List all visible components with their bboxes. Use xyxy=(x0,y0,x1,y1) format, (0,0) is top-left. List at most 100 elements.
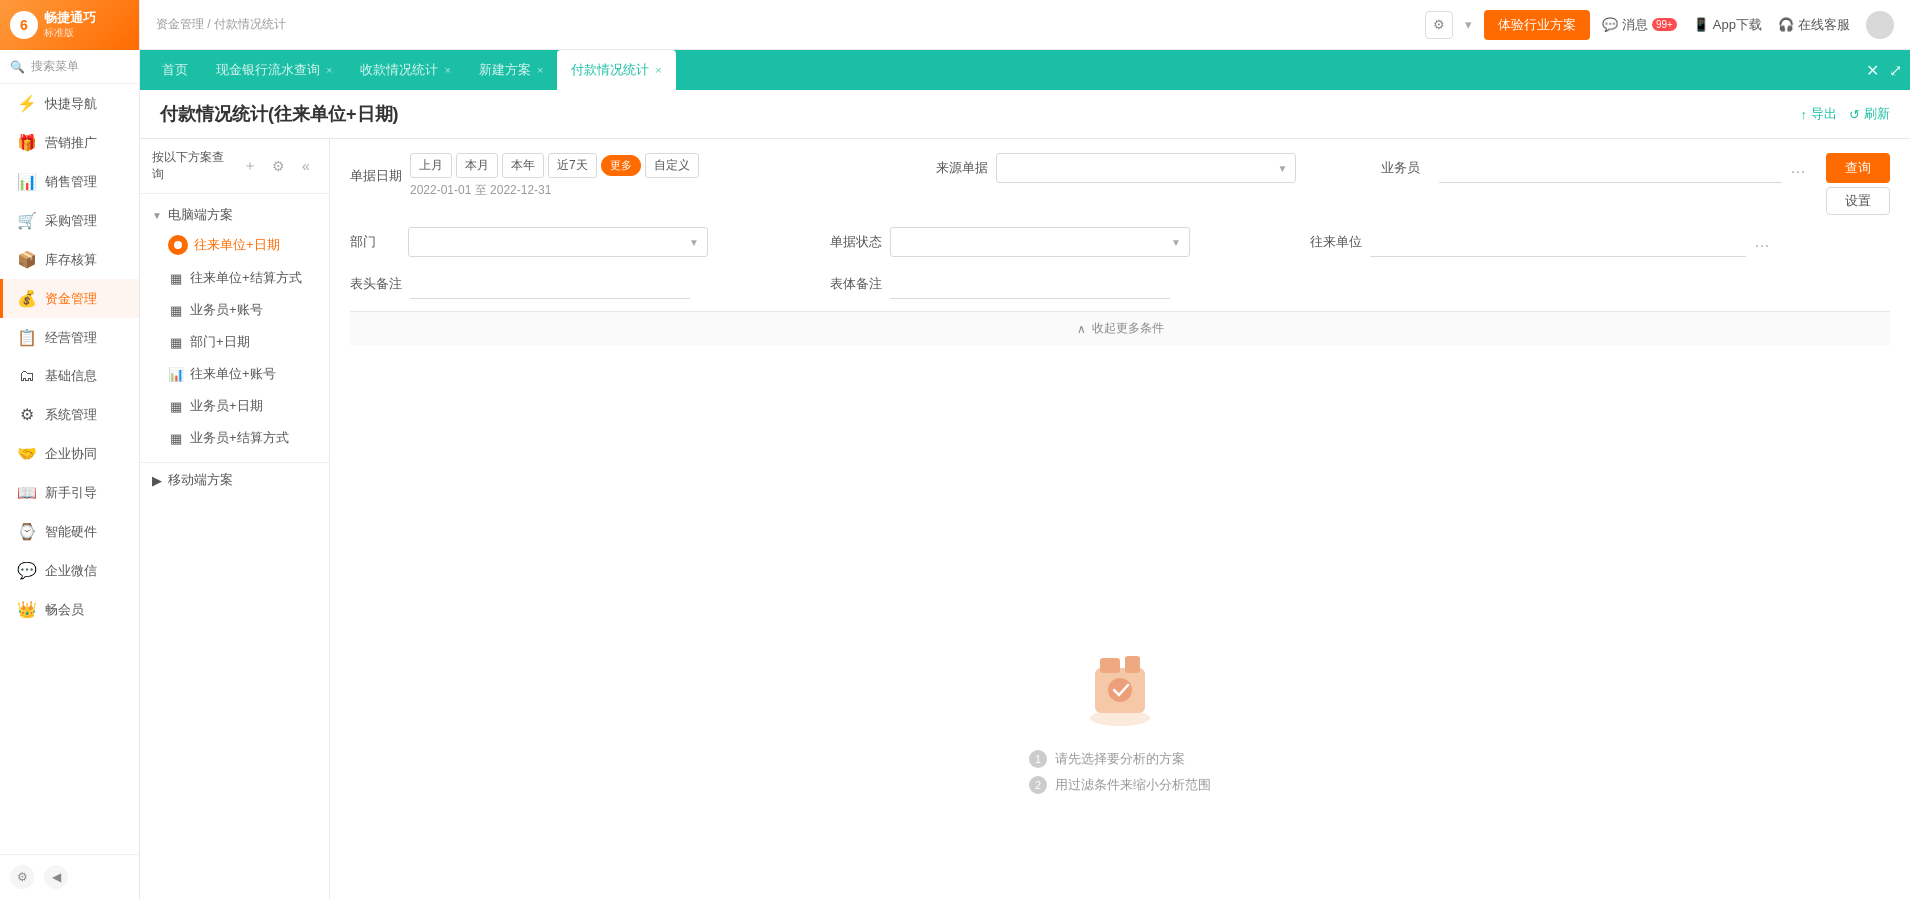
head-note-input[interactable] xyxy=(410,269,690,299)
sidebar-logo: 6 畅捷通巧 标准版 xyxy=(0,0,139,50)
scheme-panel: 按以下方案查询 ＋ ⚙ « ▼ 电脑端方案 往来单位+日期 xyxy=(140,139,330,899)
source-select-arrow: ▼ xyxy=(1278,163,1288,174)
enterprise-icon: 🤝 xyxy=(17,444,37,463)
scheme-item-unit-date[interactable]: 往来单位+日期 xyxy=(140,228,329,262)
tab-maximize-icon[interactable]: ⤢ xyxy=(1889,61,1902,80)
date-label: 单据日期 xyxy=(350,167,402,185)
scheme-collapse-btn[interactable]: « xyxy=(295,155,317,177)
tab-bank[interactable]: 现金银行流水查询 × xyxy=(202,50,346,90)
sidebar-item-purchase[interactable]: 🛒 采购管理 xyxy=(0,201,139,240)
scheme-item-staff-settle[interactable]: ▦ 业务员+结算方式 xyxy=(140,422,329,454)
sidebar-item-basic[interactable]: 🗂 基础信息 xyxy=(0,357,139,395)
tab-income[interactable]: 收款情况统计 × xyxy=(346,50,464,90)
topbar-settings-btn[interactable]: ⚙ xyxy=(1425,11,1453,39)
scheme-mobile-section[interactable]: ▶ 移动端方案 xyxy=(140,462,329,497)
sidebar-item-member[interactable]: 👑 畅会员 xyxy=(0,590,139,629)
tab-new-scheme[interactable]: 新建方案 × xyxy=(465,50,557,90)
industry-btn[interactable]: 体验行业方案 xyxy=(1484,10,1590,40)
export-btn[interactable]: ↑ 导出 xyxy=(1801,105,1838,123)
messages-btn[interactable]: 💬 消息 99+ xyxy=(1602,16,1677,34)
partner-label: 往来单位 xyxy=(1310,233,1362,251)
partner-dots[interactable]: … xyxy=(1754,233,1770,251)
date-btns: 上月 本月 本年 近7天 更多 自定义 xyxy=(410,153,699,178)
quick-nav-icon: ⚡ xyxy=(17,94,37,113)
basic-icon: 🗂 xyxy=(17,367,37,385)
sidebar-item-sales[interactable]: 📊 销售管理 xyxy=(0,162,139,201)
scheme-icon-unit-account: 📊 xyxy=(168,367,184,382)
sidebar-item-quick-nav[interactable]: ⚡ 快捷导航 xyxy=(0,84,139,123)
sidebar-item-enterprise[interactable]: 🤝 企业协同 xyxy=(0,434,139,473)
logo-title: 畅捷通巧 xyxy=(44,10,96,26)
tab-home[interactable]: 首页 xyxy=(148,50,202,90)
refresh-btn[interactable]: ↺ 刷新 xyxy=(1849,105,1890,123)
body-note-input[interactable] xyxy=(890,269,1170,299)
sidebar-item-system[interactable]: ⚙ 系统管理 xyxy=(0,395,139,434)
filter-staff-group: 业务员 … xyxy=(1381,153,1806,183)
dept-label: 部门 xyxy=(350,233,400,251)
tip-num-2: 2 xyxy=(1029,776,1047,794)
sidebar-nav: ⚡ 快捷导航 🎁 营销推广 📊 销售管理 🛒 采购管理 📦 库存核算 💰 资金管… xyxy=(0,84,139,854)
svg-rect-2 xyxy=(1100,658,1120,673)
scheme-settings-btn[interactable]: ⚙ xyxy=(267,155,289,177)
date-btn-this-year[interactable]: 本年 xyxy=(502,153,544,178)
system-icon: ⚙ xyxy=(17,405,37,424)
settings-btn[interactable]: 设置 xyxy=(1826,187,1890,215)
user-avatar[interactable] xyxy=(1866,11,1894,39)
tab-income-close[interactable]: × xyxy=(444,64,450,76)
tab-new-scheme-close[interactable]: × xyxy=(537,64,543,76)
page-title: 付款情况统计(往来单位+日期) xyxy=(160,102,399,126)
tip-num-1: 1 xyxy=(1029,750,1047,768)
sidebar-item-capital[interactable]: 💰 资金管理 xyxy=(0,279,139,318)
svg-rect-3 xyxy=(1125,656,1140,673)
sidebar-item-label: 营销推广 xyxy=(45,134,97,152)
date-btn-last-month[interactable]: 上月 xyxy=(410,153,452,178)
date-btn-more[interactable]: 更多 xyxy=(601,155,641,176)
partner-input[interactable] xyxy=(1370,227,1746,257)
source-select[interactable]: ▼ xyxy=(996,153,1296,183)
content-body: 按以下方案查询 ＋ ⚙ « ▼ 电脑端方案 往来单位+日期 xyxy=(140,139,1910,899)
scheme-item-unit-settle[interactable]: ▦ 往来单位+结算方式 xyxy=(140,262,329,294)
scheme-item-staff-date[interactable]: ▦ 业务员+日期 xyxy=(140,390,329,422)
sidebar-item-inventory[interactable]: 📦 库存核算 xyxy=(0,240,139,279)
staff-dots[interactable]: … xyxy=(1790,159,1806,177)
collapse-bar[interactable]: ∧ 收起更多条件 xyxy=(350,311,1890,345)
sidebar: 6 畅捷通巧 标准版 🔍 搜索菜单 ⚡ 快捷导航 🎁 营销推广 📊 销售管理 🛒… xyxy=(0,0,140,899)
date-btn-custom[interactable]: 自定义 xyxy=(645,153,699,178)
staff-input[interactable] xyxy=(1439,153,1782,183)
scheme-item-dept-date[interactable]: ▦ 部门+日期 xyxy=(140,326,329,358)
scheme-item-unit-account[interactable]: 📊 往来单位+账号 xyxy=(140,358,329,390)
scheme-header-label: 按以下方案查询 xyxy=(152,149,233,183)
empty-tip-1: 1 请先选择要分析的方案 xyxy=(1029,750,1211,768)
sidebar-search[interactable]: 🔍 搜索菜单 xyxy=(0,50,139,84)
dept-select[interactable]: ▼ xyxy=(408,227,708,257)
messages-label: 消息 xyxy=(1622,16,1648,34)
app-download-btn[interactable]: 📱 App下载 xyxy=(1693,16,1762,34)
scheme-icon-staff-settle: ▦ xyxy=(168,431,184,446)
tab-bank-close[interactable]: × xyxy=(326,64,332,76)
staff-label: 业务员 xyxy=(1381,159,1431,177)
sidebar-item-operation[interactable]: 📋 经营管理 xyxy=(0,318,139,357)
footer-collapse-icon[interactable]: ◀ xyxy=(44,865,68,889)
online-service-btn[interactable]: 🎧 在线客服 xyxy=(1778,16,1850,34)
sidebar-item-wechat[interactable]: 💬 企业微信 xyxy=(0,551,139,590)
scheme-item-staff-account[interactable]: ▦ 业务员+账号 xyxy=(140,294,329,326)
tab-close-all-icon[interactable]: ✕ xyxy=(1866,61,1879,80)
tip-1-text: 请先选择要分析的方案 xyxy=(1055,750,1185,768)
tab-income-label: 收款情况统计 xyxy=(360,61,438,79)
scheme-add-btn[interactable]: ＋ xyxy=(239,155,261,177)
tab-payment-close[interactable]: × xyxy=(655,64,661,76)
sidebar-item-marketing[interactable]: 🎁 营销推广 xyxy=(0,123,139,162)
sidebar-item-guide[interactable]: 📖 新手引导 xyxy=(0,473,139,512)
main-area: 资金管理 / 付款情况统计 ⚙ ▾ 体验行业方案 💬 消息 99+ 📱 App下… xyxy=(140,0,1910,899)
tab-payment[interactable]: 付款情况统计 × xyxy=(557,50,675,90)
filter-area: 单据日期 上月 本月 本年 近7天 更多 自定义 20 xyxy=(330,139,1910,533)
scheme-desktop-title[interactable]: ▼ 电脑端方案 xyxy=(140,202,329,228)
footer-settings-icon[interactable]: ⚙ xyxy=(10,865,34,889)
sidebar-item-hardware[interactable]: ⌚ 智能硬件 xyxy=(0,512,139,551)
doc-status-select[interactable]: ▼ xyxy=(890,227,1190,257)
date-btn-this-month[interactable]: 本月 xyxy=(456,153,498,178)
query-btn[interactable]: 查询 xyxy=(1826,153,1890,183)
date-btn-7days[interactable]: 近7天 xyxy=(548,153,597,178)
messages-badge: 99+ xyxy=(1652,18,1677,31)
doc-status-label: 单据状态 xyxy=(830,233,882,251)
